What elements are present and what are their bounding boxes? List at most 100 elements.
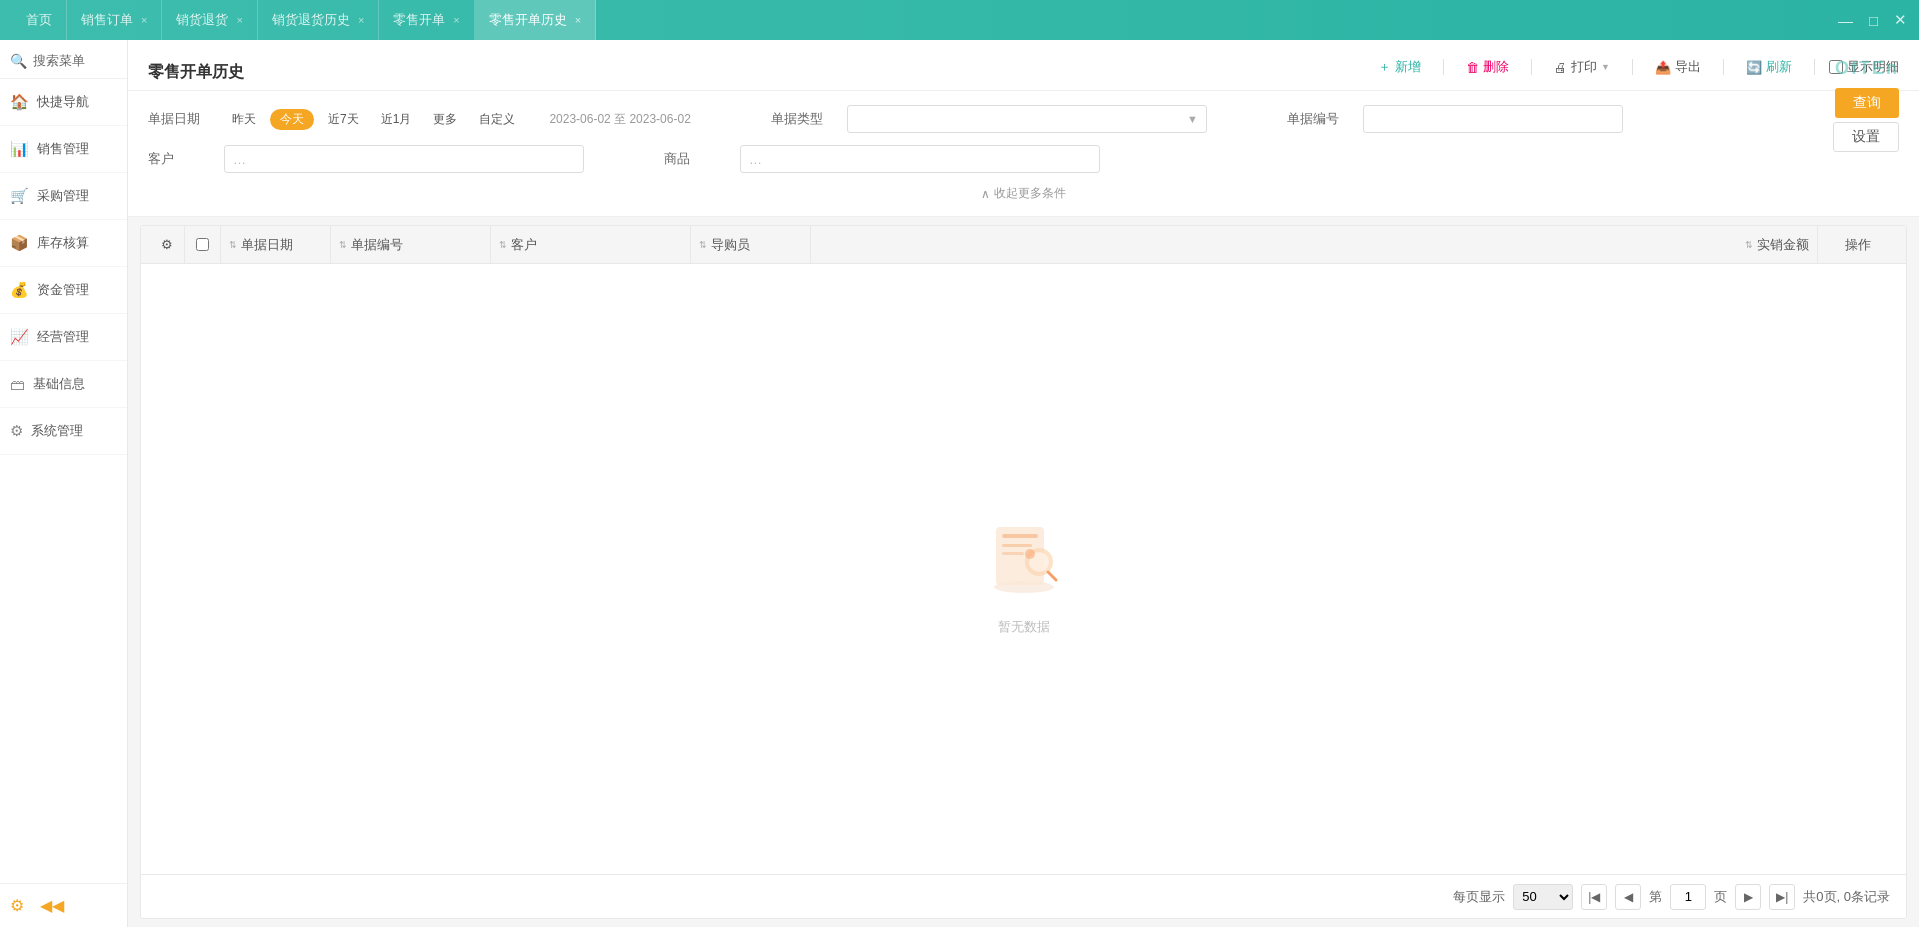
date-btn-today[interactable]: 今天: [270, 109, 314, 130]
th-customer-sort-icon[interactable]: ⇅: [499, 240, 507, 250]
id-filter-input[interactable]: [1363, 105, 1623, 133]
tab-sales-order[interactable]: 销售订单 ×: [67, 0, 162, 40]
per-page-label: 每页显示: [1453, 888, 1505, 906]
export-label: 导出: [1675, 58, 1701, 76]
svg-rect-2: [1002, 534, 1038, 538]
sidebar-item-quick-nav-label: 快捷导航: [37, 93, 89, 111]
show-detail-label: 显示明细: [1847, 58, 1899, 76]
show-detail-checkbox[interactable]: 显示明细: [1829, 58, 1899, 76]
th-customer: ⇅ 客户: [491, 226, 691, 263]
select-all-checkbox[interactable]: [196, 238, 209, 251]
first-page-button[interactable]: |◀: [1581, 884, 1607, 910]
tab-return-label: 销货退货: [176, 11, 228, 29]
query-button[interactable]: 查询: [1835, 88, 1899, 118]
collapse-up-icon: ∧: [981, 187, 990, 201]
add-label: 新增: [1395, 58, 1421, 76]
window-maximize-icon[interactable]: □: [1869, 12, 1878, 29]
filter-panel: 单据日期 昨天 今天 近7天 近1月 更多 自定义 2023-06-02 至 2…: [128, 91, 1919, 217]
sidebar-search[interactable]: 🔍 搜索菜单: [0, 40, 127, 79]
tab-retail-history-close[interactable]: ×: [575, 14, 581, 26]
top-bar: 首页 销售订单 × 销货退货 × 销货退货历史 × 零售开单 × 零售开单历史 …: [0, 0, 1919, 40]
collapse-filter-button[interactable]: ∧ 收起更多条件: [148, 185, 1899, 202]
delete-button[interactable]: 🗑 删除: [1458, 54, 1517, 80]
type-filter-label: 单据类型: [771, 110, 827, 128]
th-amount-sort-icon[interactable]: ⇅: [1745, 240, 1753, 250]
page-title: 零售开单历史: [148, 62, 244, 83]
window-minimize-icon[interactable]: —: [1838, 12, 1853, 29]
filter-settings-button[interactable]: 设置: [1833, 122, 1899, 152]
th-amount-label: 实销金额: [1757, 236, 1809, 254]
date-btn-custom[interactable]: 自定义: [471, 109, 523, 130]
th-sno-sort-icon[interactable]: ⇅: [339, 240, 347, 250]
customer-select[interactable]: …: [224, 145, 584, 173]
collapse-sidebar-icon[interactable]: ◀◀: [40, 896, 64, 915]
delete-icon: 🗑: [1466, 60, 1479, 75]
date-btn-1month[interactable]: 近1月: [373, 109, 420, 130]
add-button[interactable]: ＋ 新增: [1370, 54, 1429, 80]
type-select[interactable]: ▼: [847, 105, 1207, 133]
empty-text: 暂无数据: [998, 618, 1050, 636]
add-icon: ＋: [1378, 58, 1391, 76]
table-settings-icon[interactable]: ⚙: [149, 226, 185, 263]
next-page-button[interactable]: ▶: [1735, 884, 1761, 910]
toolbar-divider-3: [1632, 59, 1633, 75]
sidebar-item-finance-label: 资金管理: [37, 281, 89, 299]
tab-return[interactable]: 销货退货 ×: [162, 0, 257, 40]
per-page-select[interactable]: 50 20 100: [1513, 884, 1573, 910]
print-button[interactable]: 🖨 打印 ▼: [1546, 54, 1618, 80]
tab-return-history-close[interactable]: ×: [358, 14, 364, 26]
tab-retail-order[interactable]: 零售开单 ×: [379, 0, 474, 40]
page-number-input[interactable]: [1670, 884, 1706, 910]
sidebar-item-basic-info[interactable]: 🗃 基础信息: [0, 361, 127, 408]
settings-bottom-icon[interactable]: ⚙: [10, 896, 24, 915]
collapse-filter-label: 收起更多条件: [994, 185, 1066, 202]
date-btn-more[interactable]: 更多: [425, 109, 465, 130]
filter-row-date: 单据日期 昨天 今天 近7天 近1月 更多 自定义 2023-06-02 至 2…: [148, 105, 1899, 133]
page-header: 零售开单历史 ＋ 新增 🗑 删除 🖨 打印 ▼: [128, 40, 1919, 91]
tab-sales-order-close[interactable]: ×: [141, 14, 147, 26]
sidebar-item-purchase[interactable]: 🛒 采购管理: [0, 173, 127, 220]
print-label: 打印: [1571, 58, 1597, 76]
finance-icon: 💰: [10, 281, 29, 299]
print-icon: 🖨: [1554, 60, 1567, 75]
table-select-all[interactable]: [185, 226, 221, 263]
home-icon: 🏠: [10, 93, 29, 111]
sidebar-item-finance[interactable]: 💰 资金管理: [0, 267, 127, 314]
tab-return-close[interactable]: ×: [236, 14, 242, 26]
sidebar-search-label: 搜索菜单: [33, 52, 85, 70]
delete-label: 删除: [1483, 58, 1509, 76]
th-date: ⇅ 单据日期: [221, 226, 331, 263]
table-header: ⚙ ⇅ 单据日期 ⇅ 单据编号 ⇅ 客户 ⇅ 导购员: [141, 226, 1906, 264]
goods-dots: …: [749, 152, 764, 167]
customer-dots: …: [233, 152, 248, 167]
tab-home-label: 首页: [26, 11, 52, 29]
refresh-button[interactable]: 🔄 刷新: [1738, 54, 1800, 80]
tab-home[interactable]: 首页: [12, 0, 67, 40]
system-icon: ⚙: [10, 422, 23, 440]
sidebar-item-inventory[interactable]: 📦 库存核算: [0, 220, 127, 267]
type-select-arrow: ▼: [1187, 113, 1198, 125]
tab-retail-order-close[interactable]: ×: [453, 14, 459, 26]
prev-page-button[interactable]: ◀: [1615, 884, 1641, 910]
sidebar-item-system[interactable]: ⚙ 系统管理: [0, 408, 127, 455]
goods-select[interactable]: …: [740, 145, 1100, 173]
operations-icon: 📈: [10, 328, 29, 346]
sidebar-item-quick-nav[interactable]: 🏠 快捷导航: [0, 79, 127, 126]
window-close-icon[interactable]: ✕: [1894, 11, 1907, 29]
tab-return-history[interactable]: 销货退货历史 ×: [258, 0, 379, 40]
goods-filter-label: 商品: [664, 150, 720, 168]
last-page-button[interactable]: ▶|: [1769, 884, 1795, 910]
sidebar-item-operations[interactable]: 📈 经营管理: [0, 314, 127, 361]
th-sno-label: 单据编号: [351, 236, 403, 254]
export-button[interactable]: 📤 导出: [1647, 54, 1709, 80]
date-btn-7days[interactable]: 近7天: [320, 109, 367, 130]
date-btn-yesterday[interactable]: 昨天: [224, 109, 264, 130]
th-guide: ⇅ 导购员: [691, 226, 811, 263]
sidebar-item-sales[interactable]: 📊 销售管理: [0, 126, 127, 173]
tab-sales-order-label: 销售订单: [81, 11, 133, 29]
show-detail-input[interactable]: [1829, 60, 1843, 74]
tab-retail-history-label: 零售开单历史: [489, 11, 567, 29]
th-sort-icon[interactable]: ⇅: [229, 240, 237, 250]
th-guide-sort-icon[interactable]: ⇅: [699, 240, 707, 250]
tab-retail-history[interactable]: 零售开单历史 ×: [475, 0, 596, 40]
